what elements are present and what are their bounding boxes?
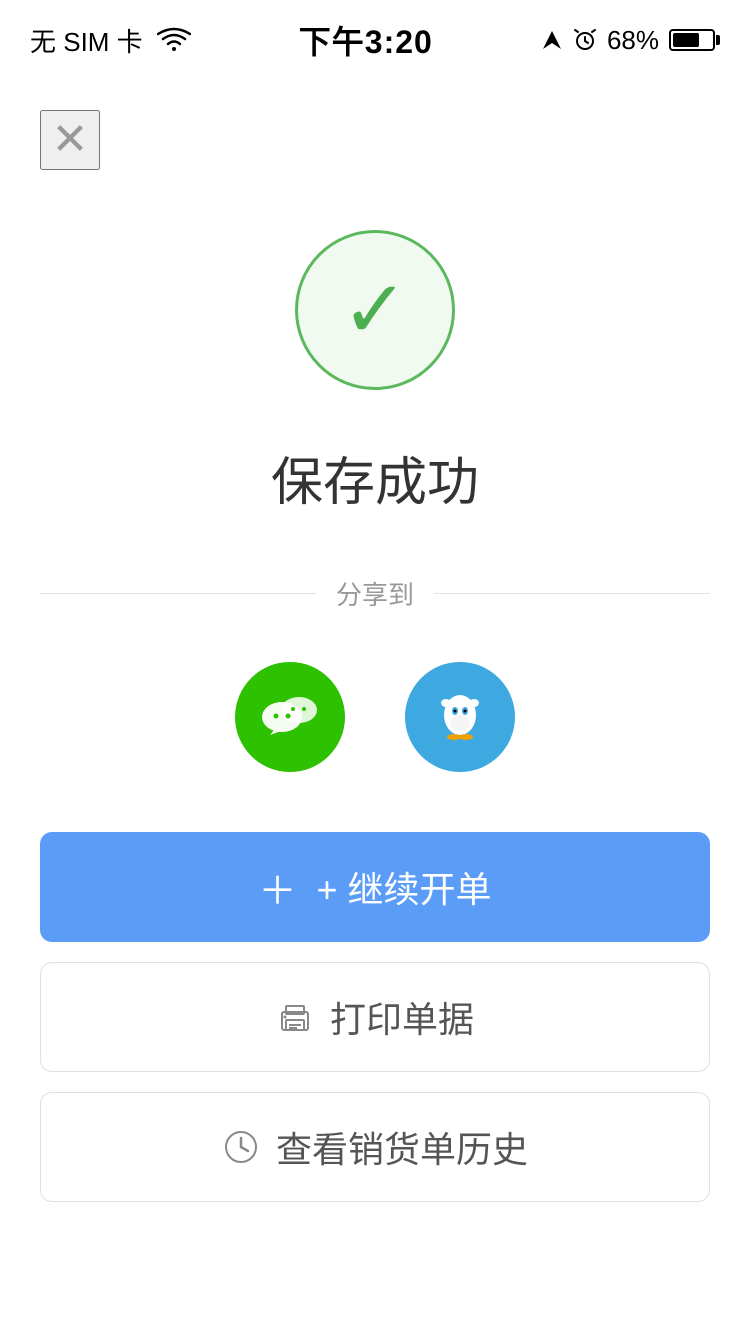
print-label: 打印单据 [330,991,474,1043]
main-content: ✕ ✓ 保存成功 分享到 [0,80,750,1202]
wechat-share-button[interactable] [235,662,345,772]
continue-icon: ＋ [258,860,296,915]
share-section: 分享到 [40,575,710,772]
qq-share-button[interactable] [405,662,515,772]
battery-icon [669,29,720,51]
share-icons [40,662,710,772]
checkmark-icon: ✓ [341,270,408,350]
battery-percent: 68% [607,25,659,56]
sim-status: 无 SIM 卡 [30,22,143,59]
close-icon: ✕ [52,118,89,162]
print-icon [276,998,314,1036]
qq-icon [428,685,493,750]
wifi-icon [157,27,191,53]
history-icon [222,1128,260,1166]
history-label: 查看销货单历史 [276,1121,528,1173]
status-right: 68% [541,25,720,56]
alarm-icon [573,28,597,52]
share-label: 分享到 [336,575,414,612]
success-title: 保存成功 [271,440,479,515]
continue-button[interactable]: ＋ + 继续开单 [40,832,710,942]
status-time: 下午3:20 [299,17,433,63]
success-circle: ✓ [295,230,455,390]
location-icon [541,29,563,51]
continue-label: + 继续开单 [316,861,491,913]
print-button[interactable]: 打印单据 [40,962,710,1072]
close-button[interactable]: ✕ [40,110,100,170]
status-bar: 无 SIM 卡 下午3:20 68% [0,0,750,80]
divider-right [434,593,710,594]
status-left: 无 SIM 卡 [30,22,191,59]
share-divider-row: 分享到 [40,575,710,612]
history-button[interactable]: 查看销货单历史 [40,1092,710,1202]
divider-left [40,593,316,594]
wechat-icon [255,682,325,752]
action-buttons: ＋ + 继续开单 打印单据 查看销货单历史 [40,832,710,1202]
